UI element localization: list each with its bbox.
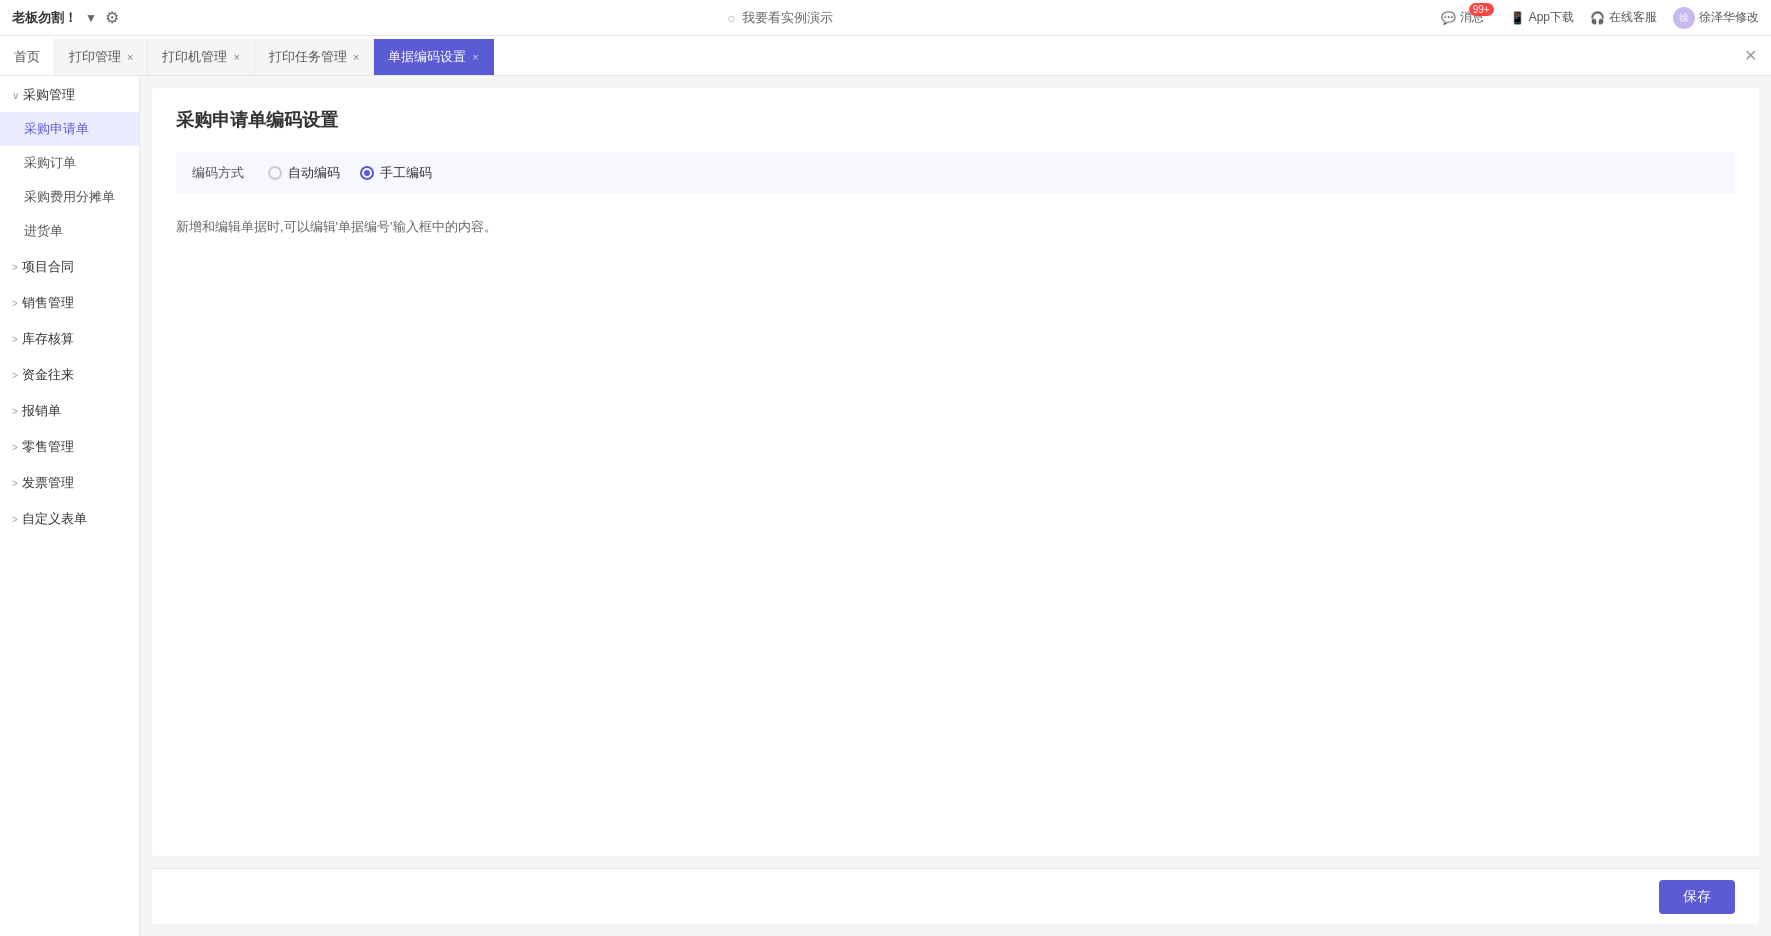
online-service-button[interactable]: 🎧 在线客服 [1590,9,1657,26]
logo-text: 老板勿割！ [12,9,77,27]
sidebar-group-purchase-mgmt: ∨ 采购管理 采购申请单 采购订单 采购费用分摊单 进货单 [0,78,139,248]
messages-button[interactable]: 💬 消息 99+ [1441,9,1484,26]
radio-auto-encoding[interactable]: 自动编码 [268,164,340,182]
online-service-label: 在线客服 [1609,9,1657,26]
sidebar-group-invoice-mgmt-label: 发票管理 [22,474,74,492]
sidebar-item-purchase-order-label: 采购订单 [24,155,76,170]
sidebar-group-inventory-header[interactable]: > 库存核算 [0,322,139,356]
sidebar-group-finance-label: 资金往来 [22,366,74,384]
headset-icon: 🎧 [1590,11,1605,25]
sidebar-group-project-contract: > 项目合同 [0,250,139,284]
main-layout: ∨ 采购管理 采购申请单 采购订单 采购费用分摊单 进货单 > 项目合同 [0,76,1771,936]
sidebar-group-returns-label: 报销单 [22,402,61,420]
sidebar-group-retail-mgmt-header[interactable]: > 零售管理 [0,430,139,464]
top-bar: 老板勿割！ ▼ ⚙ ○ 我要看实例演示 💬 消息 99+ 📱 App下载 🎧 在… [0,0,1771,36]
encoding-label: 编码方式 [192,164,252,182]
top-bar-right: 💬 消息 99+ 📱 App下载 🎧 在线客服 徐 徐泽华修改 [1441,7,1759,29]
search-circle-icon: ○ [727,10,735,26]
sidebar-group-finance: > 资金往来 [0,358,139,392]
sidebar-group-purchase-mgmt-header[interactable]: ∨ 采购管理 [0,78,139,112]
sidebar-group-retail-mgmt: > 零售管理 [0,430,139,464]
search-text: 我要看实例演示 [742,9,833,27]
sidebar-group-returns: > 报销单 [0,394,139,428]
tab-home-label: 首页 [14,48,40,66]
tab-print-task-label: 打印任务管理 [269,48,347,66]
chevron-right-icon-5: > [12,406,18,417]
messages-badge: 99+ [1469,3,1494,16]
tab-print-task-close[interactable]: × [353,51,359,63]
tab-print-mgmt[interactable]: 打印管理 × [55,39,148,75]
tab-print-mgmt-label: 打印管理 [69,48,121,66]
tab-printer-mgmt[interactable]: 打印机管理 × [148,39,254,75]
username-label: 徐泽华修改 [1699,9,1759,26]
chevron-right-icon-4: > [12,370,18,381]
radio-auto-label: 自动编码 [288,164,340,182]
sidebar-group-inventory-label: 库存核算 [22,330,74,348]
sidebar-item-purchase-order[interactable]: 采购订单 [0,146,139,180]
encoding-section: 编码方式 自动编码 手工编码 [176,152,1735,194]
sidebar-group-sales-mgmt-header[interactable]: > 销售管理 [0,286,139,320]
hint-text: 新增和编辑单据时,可以编辑'单据编号'输入框中的内容。 [176,210,1735,244]
sidebar-group-invoice-mgmt: > 发票管理 [0,466,139,500]
tab-bar-close-button[interactable]: ✕ [1730,46,1771,65]
chevron-right-icon-6: > [12,442,18,453]
chevron-right-icon-1: > [12,262,18,273]
search-bar[interactable]: ○ 我要看实例演示 [727,9,832,27]
sidebar-group-invoice-mgmt-header[interactable]: > 发票管理 [0,466,139,500]
sidebar-group-returns-header[interactable]: > 报销单 [0,394,139,428]
tab-home[interactable]: 首页 [0,39,55,75]
chevron-right-icon-3: > [12,334,18,345]
sidebar-group-inventory: > 库存核算 [0,322,139,356]
top-bar-left: 老板勿割！ ▼ ⚙ [12,8,119,27]
user-menu[interactable]: 徐 徐泽华修改 [1673,7,1759,29]
radio-manual-label: 手工编码 [380,164,432,182]
sidebar-group-custom-forms-label: 自定义表单 [22,510,87,528]
save-button[interactable]: 保存 [1659,880,1735,914]
sidebar-group-project-contract-label: 项目合同 [22,258,74,276]
app-download-button[interactable]: 📱 App下载 [1510,9,1574,26]
content-area: 采购申请单编码设置 编码方式 自动编码 手工编码 新增和编辑单据时,可以编辑'单… [140,76,1771,936]
tab-barcode-setting-close[interactable]: × [472,51,478,63]
settings-icon[interactable]: ⚙ [105,8,119,27]
sidebar-item-purchase-expense-label: 采购费用分摊单 [24,189,115,204]
sidebar-group-retail-mgmt-label: 零售管理 [22,438,74,456]
encoding-radio-group: 自动编码 手工编码 [268,164,432,182]
tab-barcode-setting-label: 单据编码设置 [388,48,466,66]
chevron-right-icon-2: > [12,298,18,309]
sidebar-item-purchase-request-label: 采购申请单 [24,121,89,136]
tab-printer-mgmt-close[interactable]: × [233,51,239,63]
app-download-label: App下载 [1529,9,1574,26]
sidebar-group-finance-header[interactable]: > 资金往来 [0,358,139,392]
sidebar-item-incoming[interactable]: 进货单 [0,214,139,248]
sidebar-group-purchase-mgmt-label: 采购管理 [23,86,75,104]
chevron-down-icon: ∨ [12,90,19,101]
content-main: 采购申请单编码设置 编码方式 自动编码 手工编码 新增和编辑单据时,可以编辑'单… [152,88,1759,856]
content-footer: 保存 [152,868,1759,924]
chat-icon: 💬 [1441,11,1456,25]
radio-manual-encoding[interactable]: 手工编码 [360,164,432,182]
page-title: 采购申请单编码设置 [176,108,1735,132]
sidebar-group-project-contract-header[interactable]: > 项目合同 [0,250,139,284]
radio-auto-circle [268,166,282,180]
tab-bar: 首页 打印管理 × 打印机管理 × 打印任务管理 × 单据编码设置 × ✕ [0,36,1771,76]
tab-printer-mgmt-label: 打印机管理 [162,48,227,66]
app-icon: 📱 [1510,11,1525,25]
dropdown-icon[interactable]: ▼ [85,11,97,25]
sidebar-item-purchase-request[interactable]: 采购申请单 [0,112,139,146]
sidebar-group-sales-mgmt-label: 销售管理 [22,294,74,312]
chevron-right-icon-7: > [12,478,18,489]
sidebar-item-incoming-label: 进货单 [24,223,63,238]
sidebar: ∨ 采购管理 采购申请单 采购订单 采购费用分摊单 进货单 > 项目合同 [0,76,140,936]
sidebar-group-custom-forms: > 自定义表单 [0,502,139,536]
sidebar-item-purchase-expense[interactable]: 采购费用分摊单 [0,180,139,214]
sidebar-group-sales-mgmt: > 销售管理 [0,286,139,320]
chevron-right-icon-8: > [12,514,18,525]
sidebar-group-custom-forms-header[interactable]: > 自定义表单 [0,502,139,536]
tab-barcode-setting[interactable]: 单据编码设置 × [374,39,493,75]
tab-print-mgmt-close[interactable]: × [127,51,133,63]
avatar: 徐 [1673,7,1695,29]
tab-print-task[interactable]: 打印任务管理 × [255,39,374,75]
radio-manual-circle [360,166,374,180]
